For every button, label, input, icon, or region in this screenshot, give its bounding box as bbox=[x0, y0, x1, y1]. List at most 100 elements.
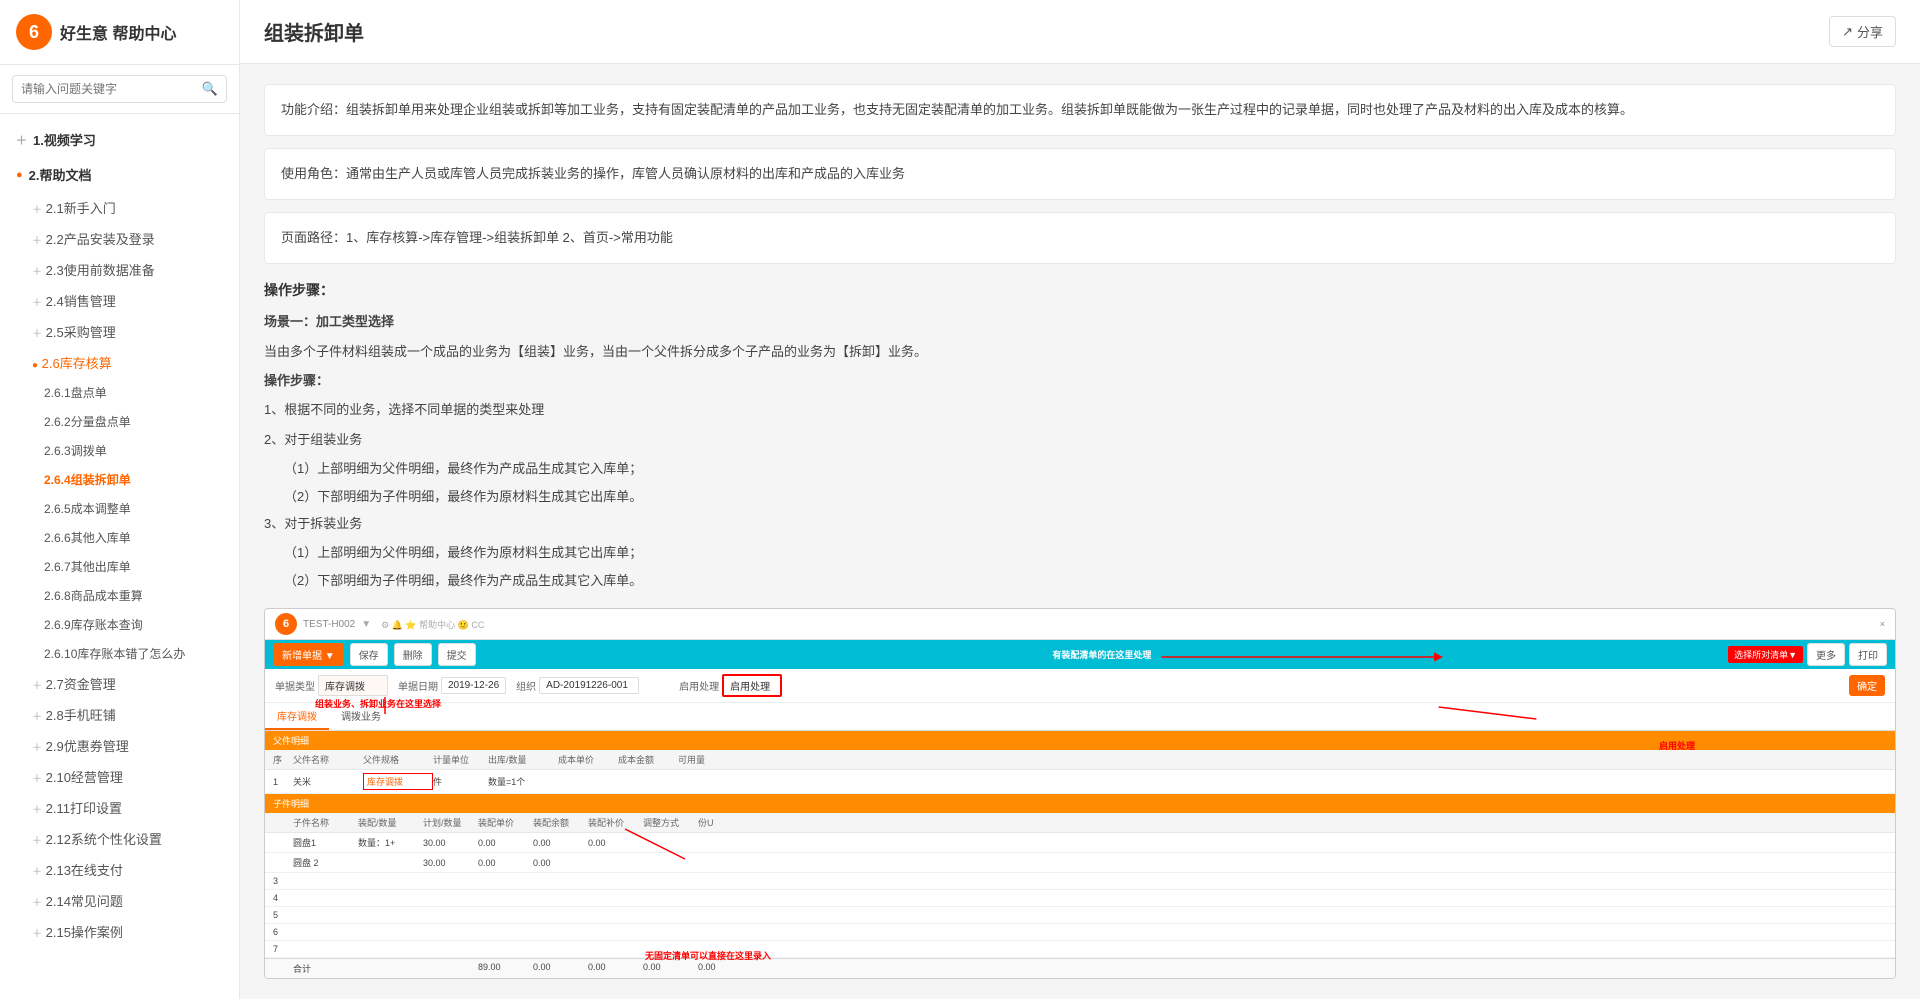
plus-icon-2-9: ＋ bbox=[32, 743, 42, 754]
field-process-input[interactable]: 启用处理 bbox=[722, 674, 782, 697]
sidebar-item-2-6-5[interactable]: 2.6.5成本调整单 bbox=[0, 494, 239, 523]
step2-sub1: （1）上部明细为父件明细，最终作为产成品生成其它入库单； bbox=[284, 457, 1896, 480]
sidebar-item-2-6-3[interactable]: 2.6.3调拨单 bbox=[0, 436, 239, 465]
plus-icon-2-8: ＋ bbox=[32, 712, 42, 723]
field-org-input[interactable]: AD-20191226-001 bbox=[539, 677, 639, 694]
plus-icon-2-10: ＋ bbox=[32, 774, 42, 785]
step3-sub1: （1）上部明细为父件明细，最终作为原材料生成其它出库单； bbox=[284, 541, 1896, 564]
field-docdate-input[interactable]: 2019-12-26 bbox=[441, 677, 506, 694]
plus-icon-2-5: ＋ bbox=[32, 329, 42, 340]
sidebar-item-2-10[interactable]: ＋ 2.10经营管理 bbox=[0, 761, 239, 792]
content-area: 功能介绍：组装拆卸单用来处理企业组装或拆卸等加工业务，支持有固定装配清单的产品加… bbox=[240, 64, 1920, 999]
app-table-header: 序 父件名称 父件规格 计量单位 出库/数量 成本单价 成本金额 可用量 bbox=[265, 750, 1895, 770]
app-subtable-row-4: 4 bbox=[265, 890, 1895, 907]
search-area: 🔍 bbox=[0, 65, 239, 114]
sidebar-item-2-15[interactable]: ＋ 2.15操作案例 bbox=[0, 916, 239, 947]
app-logo-small: 6 bbox=[275, 613, 297, 635]
plus-icon: ＋ bbox=[16, 132, 27, 148]
field-process: 启用处理 启用处理 bbox=[679, 674, 782, 697]
plus-icon-2-13: ＋ bbox=[32, 867, 42, 878]
sidebar-item-2-8[interactable]: ＋ 2.8手机旺铺 bbox=[0, 699, 239, 730]
field-doctype-input[interactable]: 库存调拨 bbox=[318, 675, 388, 696]
sidebar-item-2-11[interactable]: ＋ 2.11打印设置 bbox=[0, 792, 239, 823]
app-topbar-btn[interactable]: × bbox=[1880, 619, 1885, 629]
app-subtable-row-7: 7 bbox=[265, 941, 1895, 958]
plus-icon-2-12: ＋ bbox=[32, 836, 42, 847]
app-subtable-row-5: 5 bbox=[265, 907, 1895, 924]
share-button[interactable]: ↗ 分享 bbox=[1829, 16, 1896, 47]
screenshot-container: 6 TEST-H002 ▼ ⚙ 🔔 ⭐ 帮助中心 🙂 CC × 新增单据 ▼ 保… bbox=[264, 608, 1896, 979]
sidebar-item-2-6-9[interactable]: 2.6.9库存账本查询 bbox=[0, 610, 239, 639]
app-select-list-btn[interactable]: 选择所对清单▼ bbox=[1728, 646, 1803, 663]
share-label: 分享 bbox=[1857, 22, 1883, 41]
role-block: 使用角色：通常由生产人员或库管人员完成拆装业务的操作，库管人员确认原材料的出库和… bbox=[264, 148, 1896, 200]
search-input[interactable] bbox=[21, 82, 202, 96]
sidebar-item-2-4[interactable]: ＋ 2.4销售管理 bbox=[0, 285, 239, 316]
sidebar-item-2-2[interactable]: ＋ 2.2产品安装及登录 bbox=[0, 223, 239, 254]
sidebar-item-2-6-10[interactable]: 2.6.10库存账本错了怎么办 bbox=[0, 639, 239, 668]
step3-sub2: （2）下部明细为子件明细，最终作为产成品生成其它入库单。 bbox=[284, 569, 1896, 592]
minus-icon: ● bbox=[16, 169, 23, 181]
app-form-row: 单据类型 库存调拨 单据日期 2019-12-26 组织 AD-20191226… bbox=[265, 669, 1895, 703]
sidebar-item-2-13[interactable]: ＋ 2.13在线支付 bbox=[0, 854, 239, 885]
sidebar: 6 好生意 帮助中心 🔍 ＋ 1.视频学习 ● 2.帮助文档 ＋ 2.1新手入门… bbox=[0, 0, 240, 999]
sidebar-item-2-9[interactable]: ＋ 2.9优惠券管理 bbox=[0, 730, 239, 761]
sidebar-item-2-14[interactable]: ＋ 2.14常见问题 bbox=[0, 885, 239, 916]
app-subtable-col-header: 子件名称 装配/数量 计划/数量 装配单价 装配余额 装配补价 调整方式 份U bbox=[265, 813, 1895, 833]
share-icon: ↗ bbox=[1842, 24, 1853, 40]
sidebar-item-2[interactable]: ● 2.帮助文档 bbox=[0, 157, 239, 192]
plus-icon-2-11: ＋ bbox=[32, 805, 42, 816]
sidebar-item-2-6-8[interactable]: 2.6.8商品成本重算 bbox=[0, 581, 239, 610]
app-subtable-row-6: 6 bbox=[265, 924, 1895, 941]
scene1-desc: 当由多个子件材料组装成一个成品的业务为【组装】业务，当由一个父件拆分成多个子产品… bbox=[264, 340, 1896, 363]
intro-block: 功能介绍：组装拆卸单用来处理企业组装或拆卸等加工业务，支持有固定装配清单的产品加… bbox=[264, 84, 1896, 136]
app-print-btn[interactable]: 打印 bbox=[1849, 643, 1887, 666]
field-doctype: 单据类型 库存调拨 bbox=[275, 675, 388, 696]
field-org: 组织 AD-20191226-001 bbox=[516, 677, 639, 694]
app-more-btn[interactable]: 更多 bbox=[1807, 643, 1845, 666]
app-submit-btn[interactable]: 提交 bbox=[438, 643, 476, 666]
sidebar-item-2-3[interactable]: ＋ 2.3使用前数据准备 bbox=[0, 254, 239, 285]
sidebar-item-2-1[interactable]: ＋ 2.1新手入门 bbox=[0, 192, 239, 223]
sidebar-item-2-6-7[interactable]: 2.6.7其他出库单 bbox=[0, 552, 239, 581]
app-confirm-btn[interactable]: 确定 bbox=[1849, 675, 1885, 696]
sidebar-item-2-12[interactable]: ＋ 2.12系统个性化设置 bbox=[0, 823, 239, 854]
app-delete-btn[interactable]: 删除 bbox=[394, 643, 432, 666]
app-icons: ⚙ 🔔 ⭐ 帮助中心 🙂 CC bbox=[381, 618, 484, 631]
step3: 3、对于拆装业务 bbox=[264, 512, 1896, 535]
search-box[interactable]: 🔍 bbox=[12, 75, 227, 103]
plus-icon-2-2: ＋ bbox=[32, 236, 42, 247]
step2: 2、对于组装业务 bbox=[264, 428, 1896, 451]
search-icon[interactable]: 🔍 bbox=[202, 81, 218, 97]
plus-icon-2-15: ＋ bbox=[32, 929, 42, 940]
sidebar-item-2-6-6[interactable]: 2.6.6其他入库单 bbox=[0, 523, 239, 552]
sidebar-item-2-6-2[interactable]: 2.6.2分量盘点单 bbox=[0, 407, 239, 436]
logo-icon: 6 bbox=[16, 14, 52, 50]
sidebar-item-1-label: 1.视频学习 bbox=[33, 130, 96, 149]
scene1-title: 场景一：加工类型选择 bbox=[264, 310, 1896, 333]
op-steps-title: 操作步骤： bbox=[264, 369, 1896, 392]
app-name: 好生意 帮助中心 bbox=[60, 20, 176, 44]
app-save-btn[interactable]: 保存 bbox=[350, 643, 388, 666]
app-subtable-row-2: 圆盘 2 30.00 0.00 0.00 bbox=[265, 853, 1895, 873]
page-title: 组装拆卸单 bbox=[264, 17, 364, 46]
sidebar-item-2-6[interactable]: ● 2.6库存核算 bbox=[0, 347, 239, 378]
sidebar-item-2-6-4[interactable]: 2.6.4组装拆卸单 bbox=[0, 465, 239, 494]
main-content: 组装拆卸单 ↗ 分享 功能介绍：组装拆卸单用来处理企业组装或拆卸等加工业务，支持… bbox=[240, 0, 1920, 999]
minus-icon-2-6: ● bbox=[32, 360, 38, 371]
role-text: 使用角色：通常由生产人员或库管人员完成拆装业务的操作，库管人员确认原材料的出库和… bbox=[281, 163, 1879, 185]
sidebar-item-2-7[interactable]: ＋ 2.7资金管理 bbox=[0, 668, 239, 699]
nav-area: ＋ 1.视频学习 ● 2.帮助文档 ＋ 2.1新手入门 ＋ 2.2产品安装及登录… bbox=[0, 114, 239, 999]
field-docdate: 单据日期 2019-12-26 bbox=[398, 677, 506, 694]
annotation-process: 启用处理 bbox=[1659, 739, 1695, 752]
sidebar-item-1[interactable]: ＋ 1.视频学习 bbox=[0, 122, 239, 157]
app-new-btn[interactable]: 新增单据 ▼ bbox=[273, 643, 344, 666]
app-doc-header: 新增单据 ▼ 保存 删除 提交 有装配清单的在这里处理 选择所对清单▼ 更多 打… bbox=[265, 640, 1895, 669]
app-title-bar: 有装配清单的在这里处理 bbox=[1052, 648, 1151, 661]
field-org-label: 组织 bbox=[516, 678, 536, 693]
plus-icon-2-7: ＋ bbox=[32, 681, 42, 692]
step1: 1、根据不同的业务，选择不同单据的类型来处理 bbox=[264, 398, 1896, 421]
sidebar-item-2-5[interactable]: ＋ 2.5采购管理 bbox=[0, 316, 239, 347]
logo-area: 6 好生意 帮助中心 bbox=[0, 0, 239, 65]
sidebar-item-2-6-1[interactable]: 2.6.1盘点单 bbox=[0, 378, 239, 407]
